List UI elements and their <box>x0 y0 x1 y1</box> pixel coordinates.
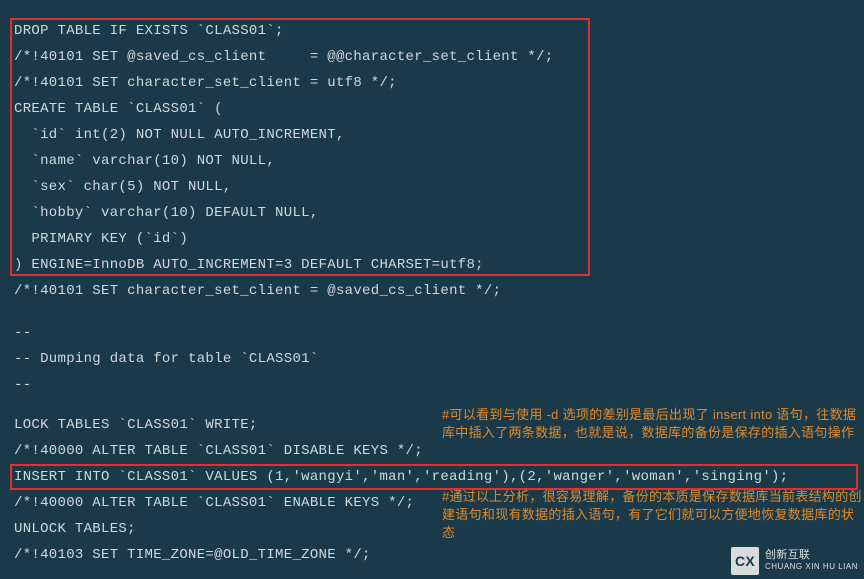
sql-line: `hobby` varchar(10) DEFAULT NULL, <box>14 202 319 224</box>
sql-line: PRIMARY KEY (`id`) <box>14 228 188 250</box>
sql-line: -- Dumping data for table `CLASS01` <box>14 348 319 370</box>
logo-icon: CX <box>731 547 759 575</box>
sql-line: /*!40000 ALTER TABLE `CLASS01` ENABLE KE… <box>14 492 414 514</box>
sql-line: INSERT INTO `CLASS01` VALUES (1,'wangyi'… <box>14 466 788 488</box>
sql-line: `sex` char(5) NOT NULL, <box>14 176 232 198</box>
sql-line: `name` varchar(10) NOT NULL, <box>14 150 275 172</box>
sql-line: -- <box>14 322 31 344</box>
sql-line: UNLOCK TABLES; <box>14 518 136 540</box>
annotation-backup-essence: #通过以上分析，很容易理解，备份的本质是保存数据库当前表结构的创建语句和现有数据… <box>442 488 862 542</box>
annotation-insert-explanation: #可以看到与使用 -d 选项的差别是最后出现了 insert into 语句，往… <box>442 406 862 442</box>
sql-line: ) ENGINE=InnoDB AUTO_INCREMENT=3 DEFAULT… <box>14 254 484 276</box>
sql-line: /*!40101 SET character_set_client = @sav… <box>14 280 501 302</box>
sql-line: CREATE TABLE `CLASS01` ( <box>14 98 223 120</box>
sql-line: /*!40101 SET character_set_client = utf8… <box>14 72 397 94</box>
sql-line: -- <box>14 374 31 396</box>
logo-name: 创新互联 <box>765 549 858 561</box>
sql-line: /*!40000 ALTER TABLE `CLASS01` DISABLE K… <box>14 440 423 462</box>
sql-line: /*!40101 SET @saved_cs_client = @@charac… <box>14 46 553 68</box>
watermark-logo: CX 创新互联 CHUANG XIN HU LIAN <box>731 547 858 575</box>
sql-line: DROP TABLE IF EXISTS `CLASS01`; <box>14 20 284 42</box>
sql-line: LOCK TABLES `CLASS01` WRITE; <box>14 414 258 436</box>
sql-line: `id` int(2) NOT NULL AUTO_INCREMENT, <box>14 124 345 146</box>
